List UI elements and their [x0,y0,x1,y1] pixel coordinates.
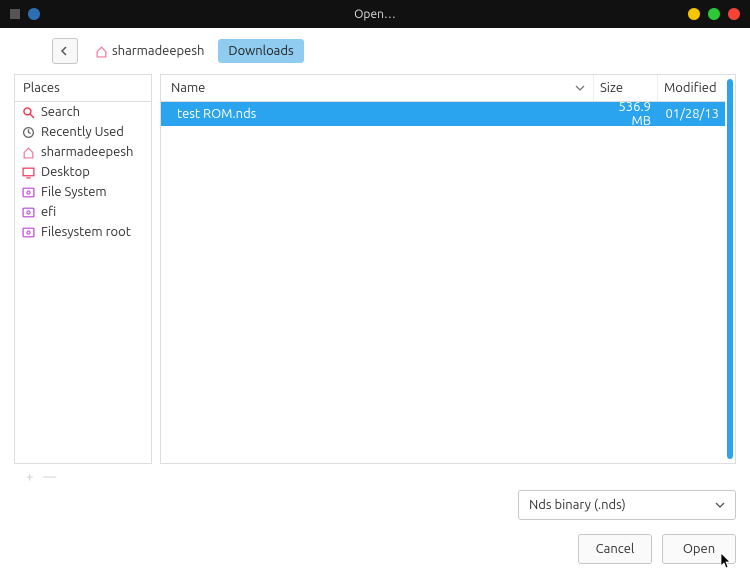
main-split: Places Search Recently Used sharmadeepesh D… [14,74,736,464]
disk-icon [21,185,35,199]
chevron-left-icon [60,46,70,56]
window-controls [688,8,740,20]
breadcrumb-item[interactable]: sharmadeepesh [84,39,214,63]
pane-indicator-dot [28,8,40,20]
column-header-size[interactable]: Size [593,75,657,101]
file-rows: test ROM.nds536.9 MB01/28/13 [161,102,725,463]
file-type-filter-label: Nds binary (.nds) [529,498,626,512]
disk-icon [21,225,35,239]
file-panel: Name Size Modified test ROM.nds536.9 MB0… [160,74,736,464]
titlebar-left [10,8,40,20]
home-icon [94,44,108,58]
add-bookmark-icon[interactable]: + [26,470,33,484]
bottom-icons: + — [14,464,736,484]
sidebar-item[interactable]: sharmadeepesh [15,142,151,162]
table-row[interactable]: test ROM.nds536.9 MB01/28/13 [161,102,725,126]
maximize-button[interactable] [708,8,720,20]
sidebar-item[interactable]: Desktop [15,162,151,182]
sidebar-item[interactable]: Recently Used [15,122,151,142]
sidebar-item-label: Filesystem root [41,225,131,239]
chevron-down-icon [715,500,725,510]
chevron-down-icon [575,83,585,93]
window-title: Open… [354,8,396,21]
sidebar-item-label: File System [41,185,107,199]
button-row: Cancel Open [14,520,736,564]
close-button[interactable] [728,8,740,20]
file-size-cell: 536.9 MB [593,100,657,128]
nav-back-button[interactable] [52,38,78,64]
scrollbar[interactable] [727,79,733,459]
sidebar-item[interactable]: Filesystem root [15,222,151,242]
search-icon [21,105,35,119]
minimize-button[interactable] [688,8,700,20]
sidebar-item[interactable]: File System [15,182,151,202]
sidebar-item-label: Recently Used [41,125,124,139]
file-area: Name Size Modified test ROM.nds536.9 MB0… [161,75,725,463]
breadcrumb: sharmadeepesh Downloads [14,38,736,64]
file-type-filter-combo[interactable]: Nds binary (.nds) [518,490,736,520]
dialog-body: sharmadeepesh Downloads Places Search Rece… [0,28,750,578]
home-icon [21,145,35,159]
file-name-cell: test ROM.nds [161,107,593,121]
file-column-header: Name Size Modified [161,75,725,102]
sidebar-item[interactable]: Search [15,102,151,122]
cancel-button[interactable]: Cancel [578,534,652,564]
breadcrumb-label: sharmadeepesh [112,44,204,58]
titlebar: Open… [0,0,750,28]
sidebar-item-label: Desktop [41,165,90,179]
breadcrumb-items: sharmadeepesh Downloads [84,39,304,63]
sidebar-item-label: Search [41,105,80,119]
places-list: Search Recently Used sharmadeepesh Desktop F… [15,102,151,463]
clock-icon [21,125,35,139]
places-header: Places [15,75,151,102]
disk-icon [21,205,35,219]
desktop-icon [21,165,35,179]
sidebar-item[interactable]: efi [15,202,151,222]
breadcrumb-label: Downloads [228,44,293,58]
column-header-name[interactable]: Name [161,75,593,101]
column-header-modified[interactable]: Modified [657,75,725,101]
sidebar-item-label: efi [41,205,56,219]
app-icon [10,9,20,19]
filter-row: Nds binary (.nds) [14,484,736,520]
places-panel: Places Search Recently Used sharmadeepesh D… [14,74,152,464]
sidebar-item-label: sharmadeepesh [41,145,133,159]
breadcrumb-item[interactable]: Downloads [218,39,303,63]
remove-bookmark-icon[interactable]: — [43,470,56,484]
file-modified-cell: 01/28/13 [657,107,725,121]
column-header-name-label: Name [171,81,205,95]
cursor-icon [720,552,734,570]
